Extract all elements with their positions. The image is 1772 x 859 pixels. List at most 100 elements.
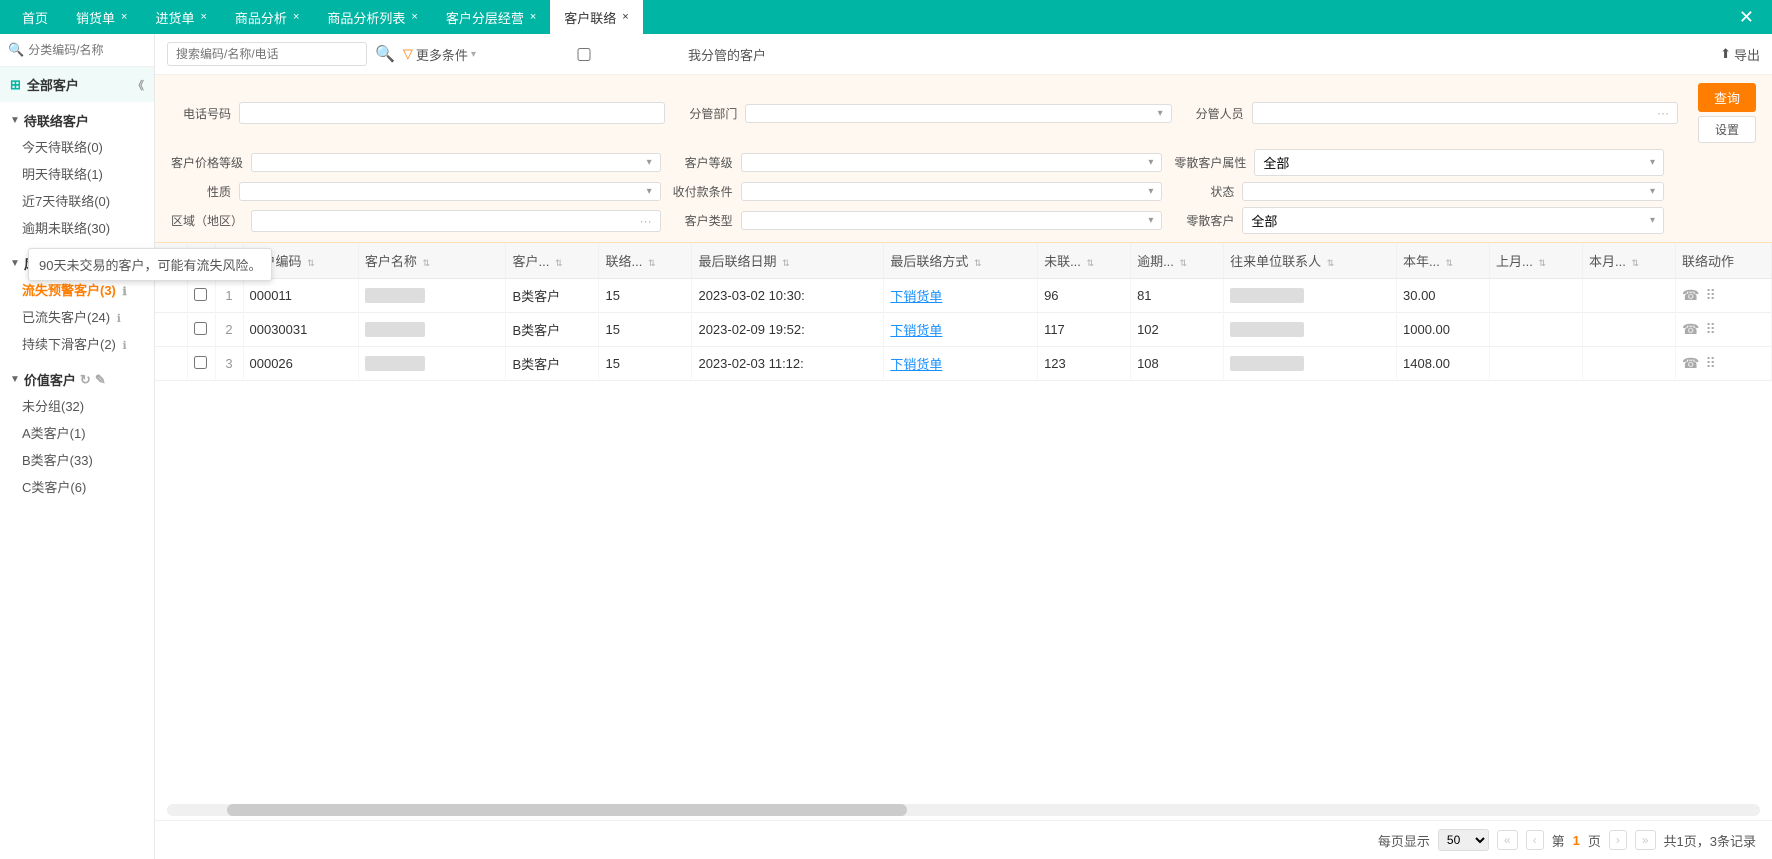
row-type: B类客户	[506, 279, 599, 313]
last-method-link[interactable]: 下销货单	[890, 357, 942, 372]
row-index: 1	[215, 279, 243, 313]
tab-purchase[interactable]: 进货单 ×	[141, 0, 220, 34]
sidebar-item-continuous-drop[interactable]: 持续下滑客户(2) ℹ	[0, 330, 154, 357]
region-label: 区域（地区）	[171, 212, 243, 229]
tab-sales[interactable]: 销货单 ×	[62, 0, 141, 34]
row-select-checkbox[interactable]	[194, 322, 207, 335]
person-select[interactable]: ···	[1252, 102, 1678, 124]
close-customer-contact-tab[interactable]: ×	[622, 11, 628, 23]
row-code: 00030031	[243, 313, 358, 347]
sidebar-item-class-a[interactable]: A类客户(1)	[0, 419, 154, 446]
sidebar-item-class-c[interactable]: C类客户(6)	[0, 473, 154, 500]
close-sales-tab[interactable]: ×	[121, 11, 127, 23]
sidebar-search-input[interactable]	[28, 43, 146, 57]
sidebar-section-pending-header[interactable]: ▼ 待联络客户	[0, 106, 154, 133]
tab-customer-contact[interactable]: 客户联络 ×	[550, 0, 642, 34]
payment-select[interactable]: ▾	[741, 182, 1163, 201]
zero-attr-select[interactable]: 全部 ▾	[1254, 149, 1664, 176]
close-customer-tier-tab[interactable]: ×	[530, 11, 536, 23]
phone-input[interactable]	[239, 102, 665, 124]
close-purchase-tab[interactable]: ×	[200, 11, 206, 23]
settings-button[interactable]: 设置	[1698, 116, 1756, 143]
page-size-select[interactable]: 50 100 200	[1438, 829, 1489, 851]
sidebar-section-value-header[interactable]: ▼ 价值客户 ↻ ✎	[0, 365, 154, 392]
region-select[interactable]: ···	[251, 210, 661, 232]
row-gear	[155, 347, 187, 381]
nature-select[interactable]: ▾	[239, 182, 661, 201]
close-window-button[interactable]: ✕	[1729, 7, 1764, 28]
zero-attr-label: 零散客户属性	[1174, 154, 1246, 171]
price-tier-select[interactable]: ▾	[251, 153, 661, 172]
sidebar-item-tomorrow[interactable]: 明天待联络(1)	[0, 160, 154, 187]
table-row: 3 000026 ██████ B类客户 15 2023-02-03 11:12…	[155, 347, 1772, 381]
next-page-button[interactable]: ›	[1609, 830, 1627, 850]
sidebar-item-class-b[interactable]: B类客户(33)	[0, 446, 154, 473]
query-button[interactable]: 查询	[1698, 83, 1756, 112]
row-select-checkbox[interactable]	[194, 356, 207, 369]
close-product-analysis-tab[interactable]: ×	[293, 11, 299, 23]
price-tier-arrow: ▾	[647, 157, 652, 168]
sort-name: ⇅	[423, 258, 431, 268]
prev-page-button[interactable]: ‹	[1526, 830, 1544, 850]
chevron-down-icon: ▾	[471, 49, 476, 60]
risk-tooltip: 90天未交易的客户，可能有流失风险。	[28, 248, 155, 281]
contact-icon[interactable]: ☎	[1682, 287, 1699, 304]
sidebar-all-customers[interactable]: ⊞ 全部客户 《	[0, 67, 154, 102]
more-actions-icon[interactable]: ⠿	[1705, 355, 1715, 372]
horizontal-scrollbar[interactable]	[167, 804, 1760, 816]
my-customers-checkbox[interactable]	[484, 48, 684, 61]
close-product-list-tab[interactable]: ×	[411, 11, 417, 23]
row-overdue: 81	[1131, 279, 1224, 313]
row-contact-count: 15	[599, 279, 692, 313]
customer-tier-select[interactable]: ▾	[741, 153, 1163, 172]
row-code: 000026	[243, 347, 358, 381]
row-not-contacted: 123	[1038, 347, 1131, 381]
first-page-button[interactable]: «	[1497, 830, 1518, 850]
row-actions: ☎ ⠿	[1676, 279, 1772, 313]
sidebar-item-today[interactable]: 今天待联络(0)	[0, 133, 154, 160]
tab-product-analysis[interactable]: 商品分析 ×	[221, 0, 313, 34]
status-select[interactable]: ▾	[1242, 182, 1664, 201]
tab-product-analysis-list[interactable]: 商品分析列表 ×	[313, 0, 431, 34]
row-select-checkbox[interactable]	[194, 288, 207, 301]
row-last-month	[1490, 313, 1583, 347]
row-not-contacted: 96	[1038, 279, 1131, 313]
contact-icon[interactable]: ☎	[1682, 355, 1699, 372]
sidebar-item-week[interactable]: 近7天待联络(0)	[0, 187, 154, 214]
row-name: ██████	[358, 313, 506, 347]
sidebar-item-overdue[interactable]: 逾期未联络(30)	[0, 214, 154, 241]
dept-select[interactable]: ▾	[745, 104, 1171, 123]
row-contact-count: 15	[599, 347, 692, 381]
col-action: 联络动作	[1676, 243, 1772, 279]
search-input[interactable]	[167, 42, 367, 66]
col-last-method: 最后联络方式 ⇅	[884, 243, 1038, 279]
filter-customer-type: 客户类型 ▾	[673, 211, 1163, 230]
sidebar-item-churned[interactable]: 已流失客户(24) ℹ	[0, 303, 154, 330]
export-button[interactable]: ⬆ 导出	[1720, 45, 1760, 64]
person-more-icon[interactable]: ···	[1657, 106, 1669, 120]
last-page-button[interactable]: »	[1635, 830, 1656, 850]
more-conditions-button[interactable]: ▽ 更多条件 ▾	[403, 45, 476, 64]
more-actions-icon[interactable]: ⠿	[1705, 287, 1715, 304]
zero-customer-select[interactable]: 全部 ▾	[1242, 207, 1664, 234]
tab-home[interactable]: 首页	[8, 0, 62, 34]
sort-overdue: ⇅	[1180, 258, 1188, 268]
customer-type-select[interactable]: ▾	[741, 211, 1163, 230]
last-method-link[interactable]: 下销货单	[890, 323, 942, 338]
edit-icon[interactable]: ✎	[95, 372, 106, 388]
customer-tier-label: 客户等级	[673, 154, 733, 171]
more-actions-icon[interactable]: ⠿	[1705, 321, 1715, 338]
col-this-year: 本年... ⇅	[1397, 243, 1490, 279]
region-more-icon[interactable]: ···	[640, 214, 652, 228]
last-method-link[interactable]: 下销货单	[890, 289, 942, 304]
col-unit-contact: 往来单位联系人 ⇅	[1224, 243, 1397, 279]
sidebar-item-unclassified[interactable]: 未分组(32)	[0, 392, 154, 419]
refresh-icon[interactable]: ↻	[80, 372, 91, 388]
tab-customer-tier[interactable]: 客户分层经营 ×	[432, 0, 550, 34]
sort-last-method: ⇅	[974, 258, 982, 268]
contact-icon[interactable]: ☎	[1682, 321, 1699, 338]
row-name: ██████	[358, 347, 506, 381]
row-checkbox	[187, 347, 215, 381]
table-header-row: ⚙ 客户编码 ⇅ 客户名称 ⇅	[155, 243, 1772, 279]
filter-search-button[interactable]: 🔍	[375, 44, 395, 64]
